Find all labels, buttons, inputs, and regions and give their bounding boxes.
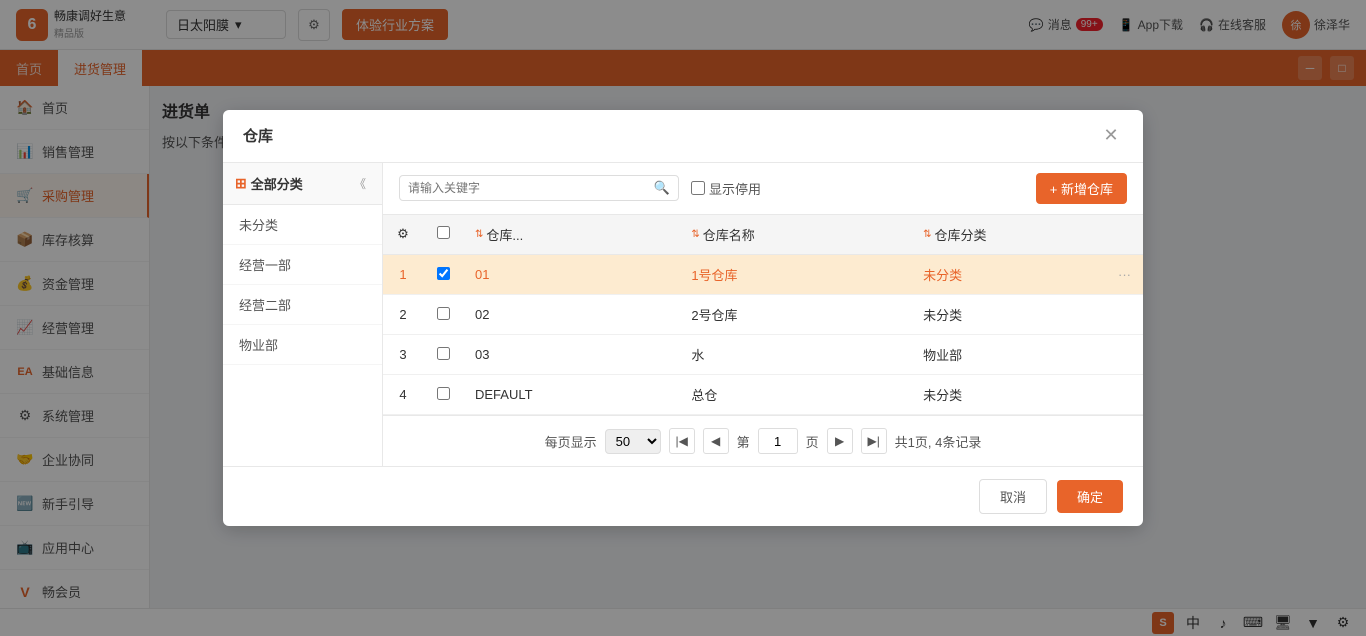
category-item-dept2[interactable]: 经营二部: [223, 285, 382, 325]
row-category: 物业部: [911, 335, 1143, 375]
show-disabled-checkbox[interactable]: [691, 181, 705, 195]
th-checkbox: [423, 215, 463, 255]
row-code: 03: [463, 335, 679, 375]
row-name: 1号仓库: [679, 254, 911, 295]
category-all-label: 全部分类: [251, 174, 303, 193]
confirm-button[interactable]: 确定: [1057, 480, 1123, 513]
table-row[interactable]: 3 03 水 物业部: [383, 335, 1143, 375]
category-header: ⊞ 全部分类 《: [223, 163, 382, 205]
page-size-select[interactable]: 50 10 20 100: [605, 429, 661, 454]
total-info: 共1页, 4条记录: [895, 432, 982, 451]
add-warehouse-button[interactable]: + 新增仓库: [1036, 173, 1127, 204]
row-category: 未分类: [911, 375, 1143, 415]
table-row[interactable]: 4 DEFAULT 总仓 未分类: [383, 375, 1143, 415]
page-size-label: 每页显示: [545, 432, 597, 451]
row-checkbox-cell[interactable]: [423, 375, 463, 415]
first-page-button[interactable]: |◀: [669, 428, 695, 454]
row-num: 2: [383, 295, 423, 335]
last-page-button[interactable]: ▶|: [861, 428, 887, 454]
th-name: ⇅ 仓库名称: [679, 215, 911, 255]
search-icon: 🔍: [654, 180, 670, 196]
row-checkbox[interactable]: [437, 387, 450, 400]
row-checkbox[interactable]: [437, 307, 450, 320]
category-panel: ⊞ 全部分类 《 未分类 经营一部 经营二部 物业部: [223, 163, 383, 467]
collapse-button[interactable]: 《: [350, 173, 370, 194]
pagination-bar: 每页显示 50 10 20 100 |◀ ◀ 第 页 ▶ ▶| 共1页, 4条记…: [383, 415, 1143, 466]
grid-icon: ⊞: [235, 175, 247, 192]
row-code: 01: [463, 254, 679, 295]
row-checkbox[interactable]: [437, 267, 450, 280]
sort-category-icon: ⇅: [923, 229, 931, 240]
show-disabled-label[interactable]: 显示停用: [691, 179, 761, 198]
row-name: 2号仓库: [679, 295, 911, 335]
sort-code-icon: ⇅: [475, 229, 483, 240]
category-all[interactable]: ⊞ 全部分类: [235, 174, 303, 193]
row-checkbox-cell[interactable]: [423, 335, 463, 375]
row-name: 水: [679, 335, 911, 375]
modal-overlay: 仓库 ✕ ⊞ 全部分类 《 未分类 经营一部: [0, 0, 1366, 636]
sort-name-icon: ⇅: [691, 229, 699, 240]
modal-title: 仓库: [243, 125, 273, 146]
category-item-unclassified[interactable]: 未分类: [223, 205, 382, 245]
row-checkbox-cell[interactable]: [423, 295, 463, 335]
next-page-button[interactable]: ▶: [827, 428, 853, 454]
row-num: 3: [383, 335, 423, 375]
table-toolbar: 🔍 显示停用 + 新增仓库: [383, 163, 1143, 215]
modal-body: ⊞ 全部分类 《 未分类 经营一部 经营二部 物业部: [223, 163, 1143, 467]
settings-col-icon: ⚙: [397, 226, 409, 241]
category-item-property[interactable]: 物业部: [223, 325, 382, 365]
row-code: DEFAULT: [463, 375, 679, 415]
table-header-row: ⚙ ⇅ 仓库...: [383, 215, 1143, 255]
modal-close-button[interactable]: ✕: [1099, 124, 1123, 148]
row-category: 未分类: [911, 295, 1143, 335]
modal-footer: 取消 确定: [223, 466, 1143, 526]
row-code: 02: [463, 295, 679, 335]
th-settings: ⚙: [383, 215, 423, 255]
more-button[interactable]: ···: [1118, 267, 1131, 282]
search-input[interactable]: [408, 181, 648, 195]
data-table: ⚙ ⇅ 仓库...: [383, 215, 1143, 416]
row-num: 4: [383, 375, 423, 415]
th-code: ⇅ 仓库...: [463, 215, 679, 255]
modal-header: 仓库 ✕: [223, 110, 1143, 163]
table-row[interactable]: 1 01 1号仓库 未分类 ···: [383, 254, 1143, 295]
table-row[interactable]: 2 02 2号仓库 未分类: [383, 295, 1143, 335]
th-category: ⇅ 仓库分类: [911, 215, 1143, 255]
table-panel: 🔍 显示停用 + 新增仓库 ⚙: [383, 163, 1143, 467]
warehouse-modal: 仓库 ✕ ⊞ 全部分类 《 未分类 经营一部: [223, 110, 1143, 527]
page-number-input[interactable]: [758, 428, 798, 454]
search-box[interactable]: 🔍: [399, 175, 679, 201]
page-prefix-label: 第: [737, 432, 750, 451]
cancel-button[interactable]: 取消: [979, 479, 1047, 514]
row-category: 未分类 ···: [911, 255, 1143, 295]
row-name: 总仓: [679, 375, 911, 415]
category-item-dept1[interactable]: 经营一部: [223, 245, 382, 285]
row-num: 1: [383, 254, 423, 295]
prev-page-button[interactable]: ◀: [703, 428, 729, 454]
row-checkbox-cell[interactable]: [423, 254, 463, 295]
select-all-checkbox[interactable]: [437, 226, 450, 239]
row-checkbox[interactable]: [437, 347, 450, 360]
page-unit-label: 页: [806, 432, 819, 451]
